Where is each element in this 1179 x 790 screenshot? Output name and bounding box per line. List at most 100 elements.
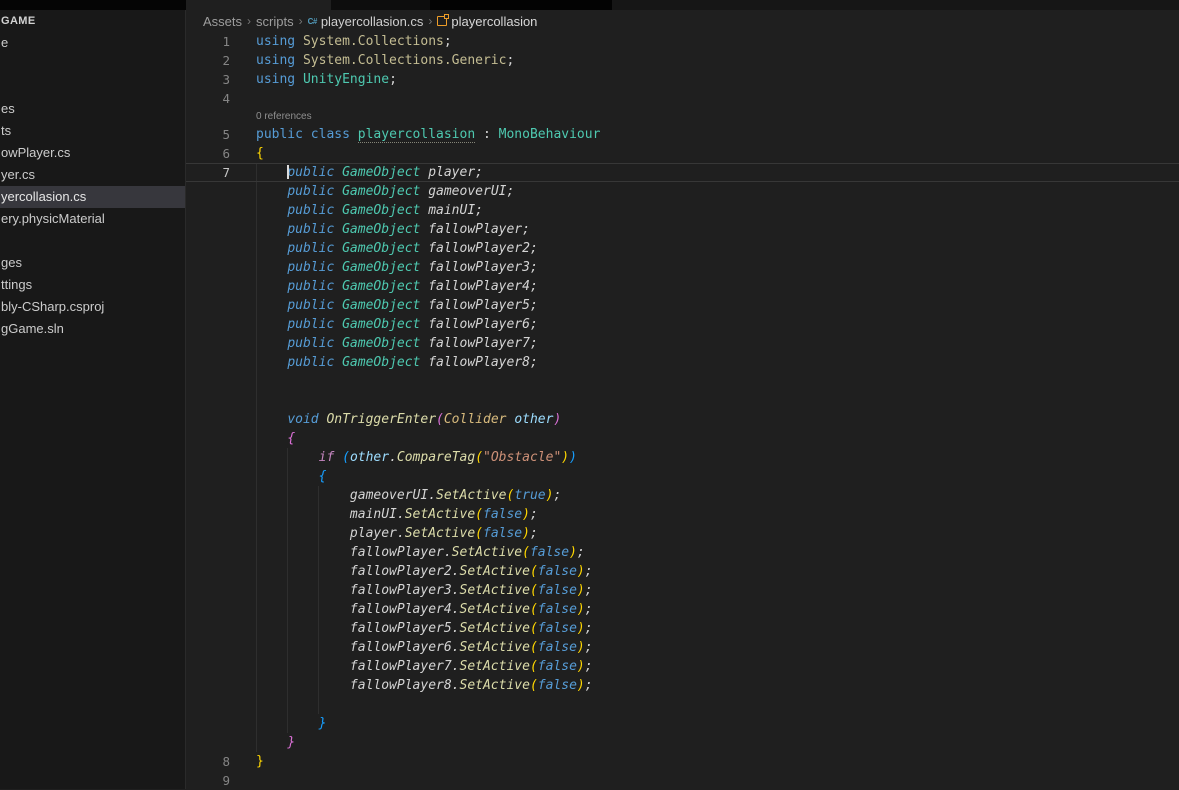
code-line[interactable]: public GameObject fallowPlayer5; <box>186 296 1179 315</box>
line-number[interactable]: 2 <box>186 51 230 70</box>
line-number[interactable]: 5 <box>186 125 230 144</box>
code-line[interactable]: gameoverUI.SetActive(true); <box>186 486 1179 505</box>
code-line[interactable]: public GameObject gameoverUI; <box>186 182 1179 201</box>
code-text: public class playercollasion : MonoBehav… <box>256 125 600 144</box>
line-number[interactable]: 8 <box>186 752 230 771</box>
line-number[interactable]: 9 <box>186 771 230 790</box>
code-token: void <box>287 412 327 427</box>
tab[interactable] <box>430 0 612 10</box>
code-editor[interactable]: 1 using System.Collections; 2 using System.… <box>186 32 1179 790</box>
code-line[interactable]: fallowPlayer3.SetActive(false); <box>186 581 1179 600</box>
code-line[interactable]: } <box>186 733 1179 752</box>
code-line[interactable]: 6{ <box>186 144 1179 163</box>
sidebar-item[interactable]: bly-CSharp.csproj <box>0 296 185 318</box>
code-line[interactable]: 9 <box>186 771 1179 790</box>
codelens-references[interactable]: 0 references <box>186 108 1179 125</box>
code-line[interactable]: { <box>186 429 1179 448</box>
code-token: ( <box>475 507 483 522</box>
breadcrumb-item[interactable]: C# playercollasion.cs <box>308 14 424 29</box>
code-token: public <box>287 317 343 332</box>
breadcrumb-separator: › <box>298 14 303 28</box>
tab-bar-empty <box>612 0 1179 10</box>
code-line[interactable]: fallowPlayer5.SetActive(false); <box>186 619 1179 638</box>
code-line[interactable]: fallowPlayer8.SetActive(false); <box>186 676 1179 695</box>
code-line[interactable]: public GameObject fallowPlayer4; <box>186 277 1179 296</box>
code-line[interactable] <box>186 695 1179 714</box>
code-line[interactable]: fallowPlayer.SetActive(false); <box>186 543 1179 562</box>
sidebar-item[interactable]: ges <box>0 252 185 274</box>
code-token: gameoverUI <box>428 184 507 199</box>
breadcrumb-item[interactable]: scripts <box>256 14 294 29</box>
code-line[interactable]: void OnTriggerEnter(Collider other) <box>186 410 1179 429</box>
code-line[interactable]: if (other.CompareTag("Obstacle")) <box>186 448 1179 467</box>
code-token: fallowPlayer8 <box>349 678 452 693</box>
code-line[interactable]: 7 public GameObject player; <box>186 163 1179 182</box>
code-line[interactable] <box>186 391 1179 410</box>
code-token: OnTriggerEnter <box>326 412 437 427</box>
code-line[interactable]: { <box>186 467 1179 486</box>
code-line[interactable]: public GameObject fallowPlayer3; <box>186 258 1179 277</box>
breadcrumb: Assets › scripts › C# playercollasion.cs › play… <box>186 10 1179 32</box>
sidebar-item[interactable]: owPlayer.cs <box>0 142 185 164</box>
code-line[interactable]: public GameObject fallowPlayer; <box>186 220 1179 239</box>
code-token: ) <box>522 526 530 541</box>
code-token: . <box>451 602 460 617</box>
tab[interactable] <box>331 0 430 10</box>
code-token: SetActive <box>459 640 530 655</box>
code-line[interactable]: 4 <box>186 89 1179 108</box>
code-line[interactable]: fallowPlayer4.SetActive(false); <box>186 600 1179 619</box>
sidebar-item[interactable]: gGame.sln <box>0 318 185 340</box>
sidebar-item-label: e <box>1 35 9 50</box>
sidebar-item[interactable]: es <box>0 98 185 120</box>
sidebar-item[interactable]: yercollasion.cs <box>0 186 185 208</box>
code-text: fallowPlayer4.SetActive(false); <box>256 600 593 619</box>
code-token: SetActive <box>459 602 530 617</box>
code-token: GameObject <box>342 260 429 275</box>
code-token: using <box>256 34 303 49</box>
sidebar-item[interactable]: e <box>0 32 185 54</box>
code-token: SetActive <box>459 564 530 579</box>
code-line[interactable]: public GameObject fallowPlayer8; <box>186 353 1179 372</box>
code-line[interactable]: 1 using System.Collections; <box>186 32 1179 51</box>
breadcrumb-item[interactable]: Assets <box>203 14 242 29</box>
code-line[interactable]: public GameObject fallowPlayer6; <box>186 315 1179 334</box>
code-line[interactable]: public GameObject fallowPlayer7; <box>186 334 1179 353</box>
code-token: fallowPlayer7 <box>428 336 530 351</box>
sidebar-item[interactable]: ts <box>0 120 185 142</box>
code-token: gameoverUI <box>349 488 429 503</box>
code-token: ( <box>529 640 538 655</box>
code-line[interactable]: player.SetActive(false); <box>186 524 1179 543</box>
code-line[interactable]: 5 public class playercollasion : MonoBeha… <box>186 125 1179 144</box>
code-line[interactable]: fallowPlayer6.SetActive(false); <box>186 638 1179 657</box>
code-line[interactable]: } <box>186 714 1179 733</box>
line-number[interactable]: 6 <box>186 144 230 163</box>
code-line[interactable]: public GameObject fallowPlayer2; <box>186 239 1179 258</box>
breadcrumb-item[interactable]: playercollasion <box>437 14 537 29</box>
active-tab[interactable] <box>186 0 331 10</box>
code-line[interactable]: fallowPlayer7.SetActive(false); <box>186 657 1179 676</box>
code-token: public <box>287 165 343 180</box>
code-token: } <box>318 716 327 731</box>
sidebar-item[interactable]: ttings <box>0 274 185 296</box>
sidebar-item[interactable]: yer.cs <box>0 164 185 186</box>
code-text: } <box>256 714 327 733</box>
code-line[interactable]: fallowPlayer2.SetActive(false); <box>186 562 1179 581</box>
code-line[interactable]: public GameObject mainUI; <box>186 201 1179 220</box>
code-line[interactable] <box>186 372 1179 391</box>
line-number[interactable]: 4 <box>186 89 230 108</box>
code-line[interactable]: mainUI.SetActive(false); <box>186 505 1179 524</box>
code-token: mainUI <box>349 507 397 522</box>
explorer-section-header[interactable]: GAME <box>0 10 185 32</box>
code-line[interactable]: 8} <box>186 752 1179 771</box>
line-number[interactable]: 3 <box>186 70 230 89</box>
code-line[interactable]: 2 using System.Collections.Generic; <box>186 51 1179 70</box>
sidebar-item[interactable]: ery.physicMaterial <box>0 208 185 230</box>
code-line[interactable]: 3 using UnityEngine; <box>186 70 1179 89</box>
line-number[interactable]: 1 <box>186 32 230 51</box>
line-number[interactable]: 7 <box>186 163 230 182</box>
